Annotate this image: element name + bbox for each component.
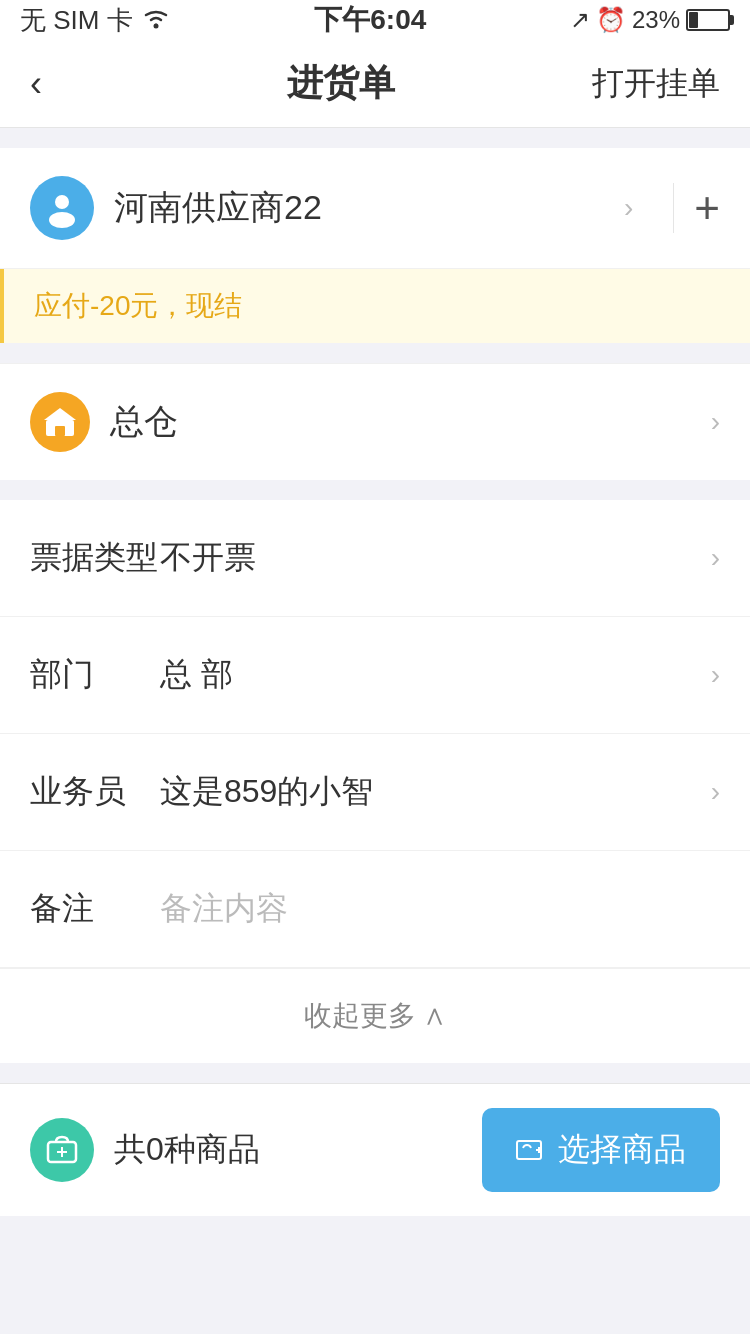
gap-3 (0, 480, 750, 500)
supplier-chevron-icon: › (624, 192, 633, 224)
status-bar: 无 SIM 卡 下午6:04 ↗ ⏰ 23% (0, 0, 750, 40)
gap-1 (0, 128, 750, 148)
status-left: 无 SIM 卡 (20, 3, 171, 38)
warehouse-name: 总仓 (110, 399, 711, 445)
page-title: 进货单 (287, 59, 395, 108)
supplier-name: 河南供应商22 (114, 185, 624, 231)
department-chevron-icon: › (711, 659, 720, 691)
collapse-label: 收起更多 ∧ (304, 997, 447, 1035)
warehouse-row[interactable]: 总仓 › (0, 363, 750, 480)
battery-percent: 23% (632, 6, 680, 34)
form-section: 票据类型 不开票 › 部门 总 部 › 业务员 这是859的小智 › 备注 备注… (0, 500, 750, 1063)
wifi-icon (141, 5, 171, 36)
svg-point-0 (153, 23, 158, 28)
product-icon (30, 1118, 94, 1182)
invoice-chevron-icon: › (711, 542, 720, 574)
remark-row[interactable]: 备注 备注内容 (0, 851, 750, 968)
supplier-avatar (30, 176, 94, 240)
nav-bar: ‹ 进货单 打开挂单 (0, 40, 750, 128)
gap-2 (0, 343, 750, 363)
collapse-row[interactable]: 收起更多 ∧ (0, 968, 750, 1063)
bottom-bar: 共0种商品 选择商品 (0, 1083, 750, 1216)
remark-label: 备注 (30, 887, 160, 931)
page-background (0, 1216, 750, 1334)
salesman-chevron-icon: › (711, 776, 720, 808)
svg-point-2 (49, 212, 75, 228)
notice-text: 应付-20元，现结 (34, 290, 242, 321)
battery-icon (686, 9, 730, 31)
invoice-row[interactable]: 票据类型 不开票 › (0, 500, 750, 617)
warehouse-icon (30, 392, 90, 452)
supplier-section: 河南供应商22 › + 应付-20元，现结 (0, 148, 750, 343)
department-row[interactable]: 部门 总 部 › (0, 617, 750, 734)
carrier-label: 无 SIM 卡 (20, 3, 133, 38)
salesman-value: 这是859的小智 (160, 770, 711, 814)
open-pending-button[interactable]: 打开挂单 (592, 62, 720, 106)
status-time: 下午6:04 (314, 1, 426, 39)
location-icon: ↗ (570, 6, 590, 34)
salesman-label: 业务员 (30, 770, 160, 814)
invoice-label: 票据类型 (30, 536, 160, 580)
department-value: 总 部 (160, 653, 711, 697)
notice-bar: 应付-20元，现结 (0, 269, 750, 343)
add-supplier-button[interactable]: + (694, 186, 720, 230)
select-product-button[interactable]: 选择商品 (482, 1108, 720, 1192)
svg-point-1 (55, 195, 69, 209)
warehouse-section: 总仓 › (0, 363, 750, 480)
svg-marker-4 (44, 408, 76, 420)
divider (673, 183, 674, 233)
invoice-value: 不开票 (160, 536, 711, 580)
supplier-row[interactable]: 河南供应商22 › + (0, 148, 750, 269)
warehouse-chevron-icon: › (711, 406, 720, 438)
status-right: ↗ ⏰ 23% (570, 6, 730, 34)
department-label: 部门 (30, 653, 160, 697)
remark-input[interactable]: 备注内容 (160, 887, 720, 931)
select-product-label: 选择商品 (558, 1128, 686, 1172)
product-count: 共0种商品 (114, 1128, 482, 1172)
salesman-row[interactable]: 业务员 这是859的小智 › (0, 734, 750, 851)
back-button[interactable]: ‹ (30, 63, 90, 105)
svg-rect-5 (55, 426, 65, 436)
alarm-icon: ⏰ (596, 6, 626, 34)
